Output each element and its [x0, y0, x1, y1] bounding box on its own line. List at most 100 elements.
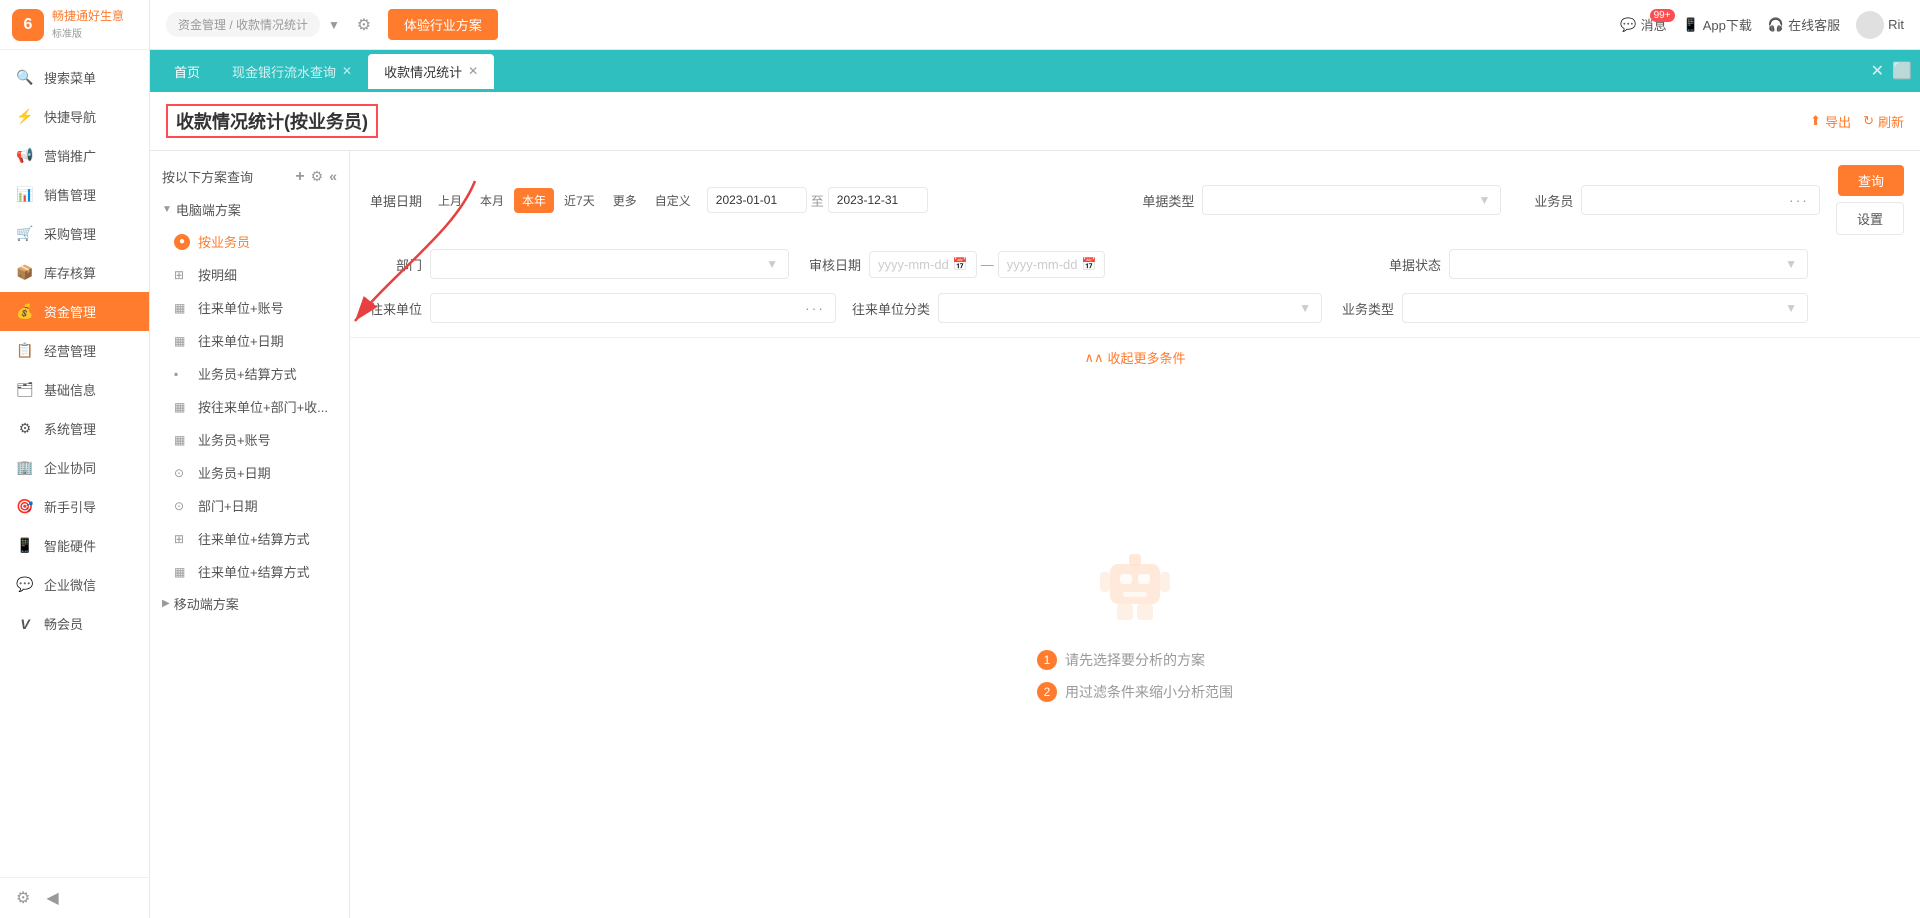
salesperson-more-icon[interactable]: ···: [1789, 192, 1809, 208]
scheme-item-salesperson-account[interactable]: ▦ 业务员+账号: [150, 423, 349, 456]
sidebar-item-capital[interactable]: 💰 资金管理: [0, 292, 149, 331]
header-right: 💬 消息 99+ 📱 App下载 🎧 在线客服 Rit: [1620, 11, 1904, 39]
mobile-section-arrow: ▶: [162, 598, 170, 609]
scheme-item-by-detail[interactable]: ⊞ 按明细: [150, 258, 349, 291]
scheme-item-salesperson-date[interactable]: ⊙ 业务员+日期: [150, 456, 349, 489]
sidebar-nav: 🔍 搜索菜单 ⚡ 快捷导航 📢 营销推广 📊 销售管理 🛒 采购管理 📦 库存核…: [0, 50, 149, 877]
scheme-item-salesperson-settlement[interactable]: ▪ 业务员+结算方式: [150, 357, 349, 390]
doc-status-input[interactable]: ▼: [1449, 249, 1808, 279]
tab-close-bank-flow[interactable]: ✕: [342, 64, 352, 78]
logo-icon: 6: [12, 9, 44, 41]
partner-account-icon: ▦: [174, 301, 190, 315]
scheme-section-desktop-title[interactable]: ▼ 电脑端方案: [150, 194, 349, 225]
date-btn-this-year[interactable]: 本年: [514, 188, 554, 213]
scheme-item-partner-date[interactable]: ▦ 往来单位+日期: [150, 324, 349, 357]
scheme-item-partner-settlement1[interactable]: ⊞ 往来单位+结算方式: [150, 522, 349, 555]
window-maximize-icon[interactable]: ⬜: [1892, 61, 1912, 81]
refresh-button[interactable]: ↻ 刷新: [1863, 112, 1904, 131]
review-date-from[interactable]: yyyy-mm-dd 📅: [869, 251, 977, 278]
date-btn-7days[interactable]: 近7天: [556, 188, 603, 213]
doc-type-input[interactable]: ▼: [1202, 185, 1501, 215]
scheme-panel: 按以下方案查询 + ⚙ « ▼ 电脑端方案 ● 按业务员: [150, 151, 350, 918]
tab-receipt-stats[interactable]: 收款情况统计 ✕: [368, 54, 494, 89]
date-btn-more[interactable]: 更多: [605, 188, 645, 213]
settings-bottom-icon[interactable]: ⚙: [16, 888, 30, 908]
breadcrumb-chevron[interactable]: ▼: [328, 18, 340, 32]
business-type-chevron: ▼: [1785, 301, 1797, 315]
sidebar-item-system[interactable]: ⚙ 系统管理: [0, 409, 149, 448]
scheme-section-mobile-title[interactable]: ▶ 移动端方案: [150, 588, 349, 619]
sidebar-item-sales[interactable]: 📊 销售管理: [0, 175, 149, 214]
date-btn-custom[interactable]: 自定义: [647, 188, 699, 213]
dept-input[interactable]: ▼: [430, 249, 789, 279]
window-close-icon[interactable]: ✕: [1871, 61, 1884, 81]
header-gear-icon[interactable]: ⚙: [348, 9, 380, 41]
sidebar-item-wechat[interactable]: 💬 企业微信: [0, 565, 149, 604]
hint-num-1: 1: [1037, 650, 1057, 670]
query-button[interactable]: 查询: [1838, 165, 1904, 196]
salesperson-label: 业务员: [1517, 191, 1573, 210]
partner-category-input[interactable]: ▼: [938, 293, 1322, 323]
tab-home[interactable]: 首页: [158, 54, 216, 89]
sidebar-item-smart[interactable]: 📱 智能硬件: [0, 526, 149, 565]
tab-bank-flow[interactable]: 现金银行流水查询 ✕: [216, 54, 368, 89]
sidebar-item-purchase[interactable]: 🛒 采购管理: [0, 214, 149, 253]
top-header: 资金管理 / 收款情况统计 ▼ ⚙ 体验行业方案 💬 消息 99+ 📱 App下…: [150, 0, 1920, 50]
business-type-input[interactable]: ▼: [1402, 293, 1808, 323]
scheme-add-icon[interactable]: +: [295, 168, 304, 186]
tab-close-receipt-stats[interactable]: ✕: [468, 64, 478, 78]
date-to-input[interactable]: 2023-12-31: [828, 187, 928, 213]
collapse-more-conditions[interactable]: ∧∧ 收起更多条件: [350, 337, 1920, 377]
sidebar-item-marketing[interactable]: 📢 营销推广: [0, 136, 149, 175]
scheme-item-dept-date[interactable]: ⊙ 部门+日期: [150, 489, 349, 522]
purchase-icon: 🛒: [16, 225, 34, 243]
dept-chevron: ▼: [766, 257, 778, 271]
system-icon: ⚙: [16, 420, 34, 438]
smart-icon: 📱: [16, 537, 34, 555]
app-download-action[interactable]: 📱 App下载: [1683, 15, 1752, 34]
sidebar-item-guide[interactable]: 🎯 新手引导: [0, 487, 149, 526]
sidebar-item-quick-nav[interactable]: ⚡ 快捷导航: [0, 97, 149, 136]
doc-type-label: 单据类型: [1138, 191, 1194, 210]
scheme-item-partner-dept-receipt[interactable]: ▦ 按往来单位+部门+收...: [150, 390, 349, 423]
quick-nav-icon: ⚡: [16, 108, 34, 126]
sidebar-item-search[interactable]: 🔍 搜索菜单: [0, 58, 149, 97]
date-from-input[interactable]: 2023-01-01: [707, 187, 807, 213]
user-profile[interactable]: Rit: [1856, 11, 1904, 39]
page-actions: ⬆ 导出 ↻ 刷新: [1810, 112, 1904, 131]
message-action[interactable]: 💬 消息 99+: [1620, 15, 1666, 34]
filter-date-item: 单据日期 上月 本月 本年 近7天 更多 自定义: [366, 187, 1122, 213]
partner-more-icon[interactable]: ···: [805, 300, 825, 316]
sidebar-item-enterprise[interactable]: 🏢 企业协同: [0, 448, 149, 487]
sidebar-item-vip[interactable]: V 畅会员: [0, 604, 149, 643]
setting-button[interactable]: 设置: [1836, 202, 1904, 235]
message-badge: 99+: [1650, 9, 1675, 22]
doc-status-chevron: ▼: [1785, 257, 1797, 271]
scheme-item-by-salesperson[interactable]: ● 按业务员: [150, 225, 349, 258]
wechat-icon: 💬: [16, 576, 34, 594]
online-service-action[interactable]: 🎧 在线客服: [1768, 15, 1840, 34]
trial-button[interactable]: 体验行业方案: [388, 9, 498, 40]
scheme-item-partner-settlement2[interactable]: ▦ 往来单位+结算方式: [150, 555, 349, 588]
sidebar-item-operation[interactable]: 📋 经营管理: [0, 331, 149, 370]
scheme-item-partner-account[interactable]: ▦ 往来单位+账号: [150, 291, 349, 324]
partner-dept-icon: ▦: [174, 400, 190, 414]
active-circle-icon: ●: [174, 234, 190, 250]
scheme-panel-header: 按以下方案查询 + ⚙ «: [150, 161, 349, 194]
collapse-sidebar-icon[interactable]: ◀: [46, 888, 58, 908]
partner-input[interactable]: ···: [430, 293, 836, 323]
date-btn-last-month[interactable]: 上月: [430, 188, 470, 213]
scheme-collapse-icon[interactable]: «: [329, 168, 337, 186]
sidebar-item-inventory[interactable]: 📦 库存核算: [0, 253, 149, 292]
partner-label: 往来单位: [366, 299, 422, 318]
breadcrumb: 资金管理 / 收款情况统计: [166, 12, 320, 37]
salesperson-date-icon: ⊙: [174, 466, 190, 480]
date-btn-this-month[interactable]: 本月: [472, 188, 512, 213]
export-button[interactable]: ⬆ 导出: [1810, 112, 1851, 131]
salesperson-input[interactable]: ···: [1581, 185, 1820, 215]
dept-label: 部门: [366, 255, 422, 274]
review-date-to[interactable]: yyyy-mm-dd 📅: [998, 251, 1106, 278]
sidebar-item-basic[interactable]: 🗂 基础信息: [0, 370, 149, 409]
scheme-setting-icon[interactable]: ⚙: [311, 168, 324, 186]
vip-icon: V: [16, 615, 34, 633]
